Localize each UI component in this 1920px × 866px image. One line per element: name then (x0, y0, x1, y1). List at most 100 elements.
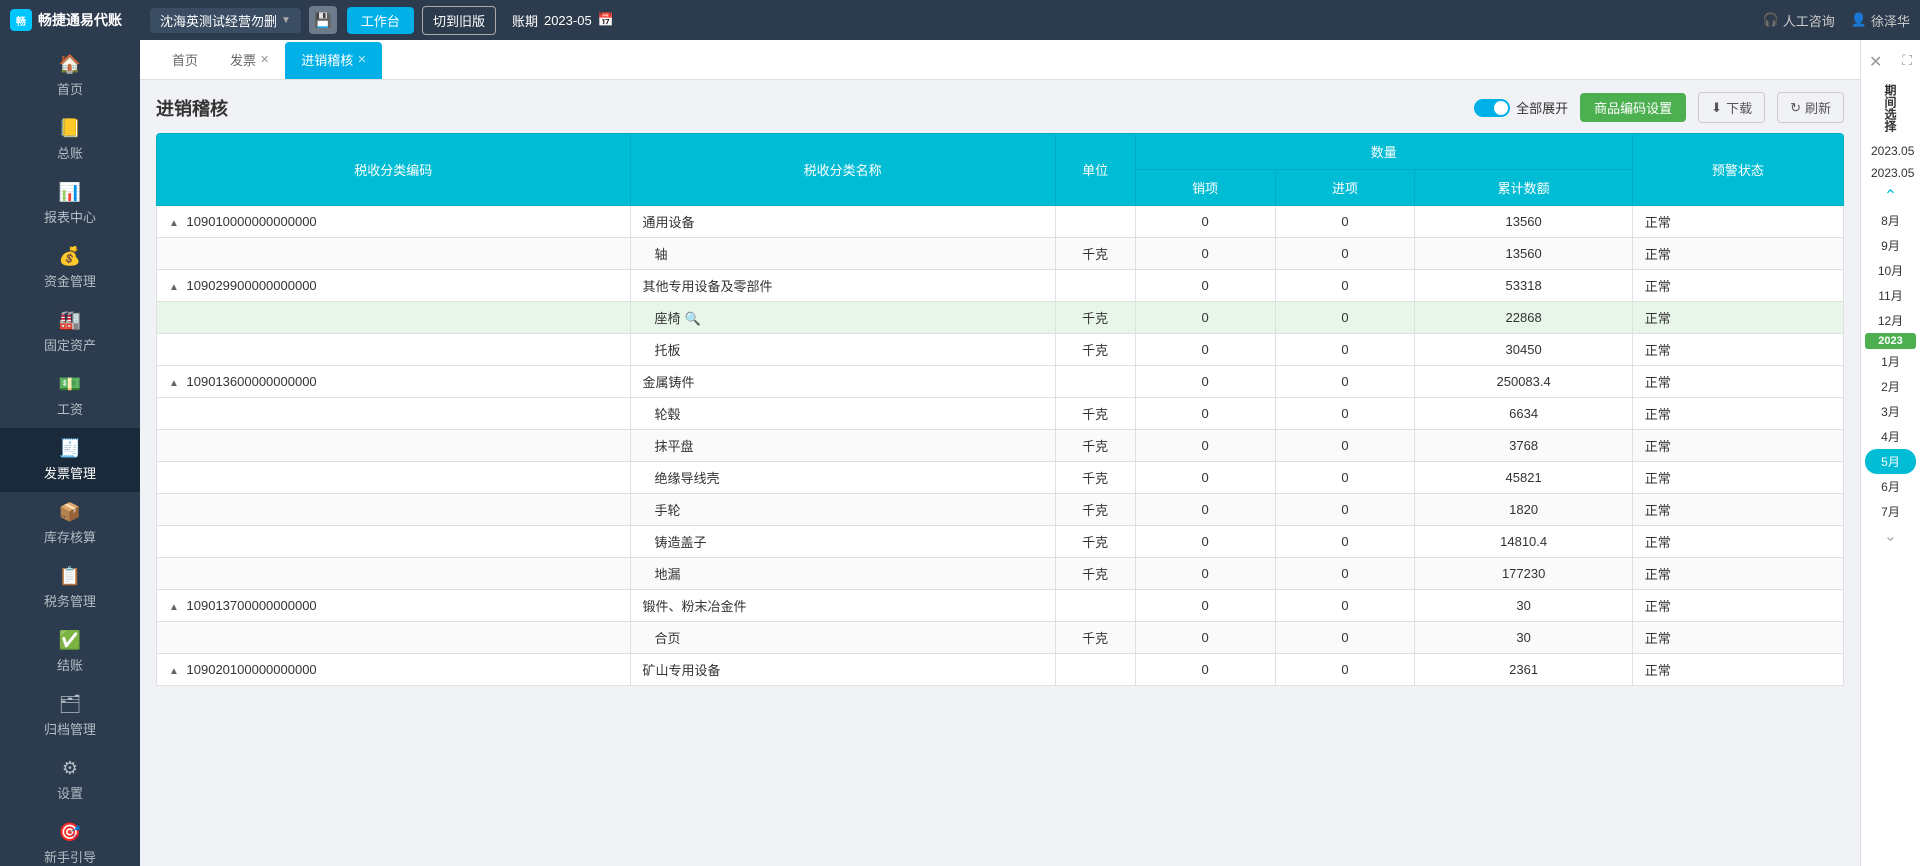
th-purchase: 进项 (1275, 170, 1415, 206)
period-6[interactable]: 6月 (1865, 474, 1916, 499)
period-4[interactable]: 4月 (1865, 424, 1916, 449)
sidebar-label-reports: 报表中心 (44, 207, 96, 226)
sidebar-item-tax[interactable]: 📋 税务管理 (0, 556, 140, 620)
period-11[interactable]: 11月 (1865, 283, 1916, 308)
tab-invoice[interactable]: 发票 ✕ (214, 42, 285, 79)
support-label: 人工咨询 (1783, 11, 1835, 30)
th-quantity-group: 数量 (1135, 134, 1632, 170)
expand-icon[interactable]: ▲ (169, 602, 179, 613)
expand-icon[interactable]: ▲ (169, 282, 179, 293)
list-item: 铸造盖子 (630, 526, 1055, 558)
period-9[interactable]: 9月 (1865, 233, 1916, 258)
sidebar-item-settings[interactable]: ⚙ 设置 (0, 748, 140, 812)
logo-icon: 畅 (10, 9, 32, 31)
calendar-icon[interactable]: 📅 (598, 12, 614, 28)
sidebar-item-guide[interactable]: 🎯 新手引导 (0, 812, 140, 866)
content-area: 首页 发票 ✕ 进销稽核 ✕ 进销稽核 (140, 40, 1860, 866)
period-display: 账期 2023-05 📅 (512, 11, 614, 30)
sidebar-item-archive[interactable]: 🗂 归档管理 (0, 684, 140, 748)
sidebar-label-assets: 固定资产 (44, 335, 96, 354)
expand-icon[interactable]: ▲ (169, 378, 179, 389)
top-bar: 畅 畅捷通易代账 沈海英测试经营勿删 ▼ 💾 工作台 切到旧版 账期 2023-… (0, 0, 1920, 40)
company-selector[interactable]: 沈海英测试经营勿删 ▼ (150, 8, 301, 33)
sidebar-item-salary[interactable]: 💵 工资 (0, 364, 140, 428)
tab-invoice-close[interactable]: ✕ (260, 53, 269, 66)
period-1[interactable]: 1月 (1865, 349, 1916, 374)
app-logo: 畅 畅捷通易代账 (10, 9, 150, 31)
period-3[interactable]: 3月 (1865, 399, 1916, 424)
workbench-button[interactable]: 工作台 (347, 7, 414, 34)
home-icon: 🏠 (59, 54, 81, 75)
product-code-button[interactable]: 商品编码设置 (1580, 93, 1686, 122)
download-label: 下载 (1726, 98, 1752, 117)
tab-home[interactable]: 首页 (156, 42, 214, 79)
refresh-label: 刷新 (1805, 98, 1831, 117)
scroll-up-icon[interactable]: ⌃ (1865, 184, 1916, 208)
period-8[interactable]: 8月 (1865, 208, 1916, 233)
sidebar-item-home[interactable]: 🏠 首页 (0, 44, 140, 108)
save-button[interactable]: 💾 (309, 6, 337, 34)
ledger-icon: 📒 (59, 118, 81, 139)
panel-close-icon[interactable]: ✕ (1865, 48, 1886, 76)
expand-icon[interactable]: ▲ (169, 666, 179, 677)
sidebar-item-reports[interactable]: 📊 报表中心 (0, 172, 140, 236)
sidebar-item-invoice[interactable]: 🧾 发票管理 (0, 428, 140, 492)
sidebar-label-invoice: 发票管理 (44, 463, 96, 482)
th-tax-name: 税收分类名称 (630, 134, 1055, 206)
period-10[interactable]: 10月 (1865, 258, 1916, 283)
period-item-top1[interactable]: 2023.05 (1865, 140, 1916, 162)
expand-toggle[interactable] (1474, 99, 1510, 117)
sidebar-item-assets[interactable]: 🏭 固定资产 (0, 300, 140, 364)
period-item-top2[interactable]: 2023.05 (1865, 162, 1916, 184)
refresh-icon: ↻ (1790, 100, 1801, 116)
period-2[interactable]: 2月 (1865, 374, 1916, 399)
table-row: ▲ 109010000000000000 (157, 206, 631, 238)
sidebar-label-guide: 新手引导 (44, 847, 96, 866)
settings-icon: ⚙ (62, 758, 78, 779)
period-7[interactable]: 7月 (1865, 499, 1916, 524)
page-actions: 全部展开 商品编码设置 ⬇ 下载 ↻ 刷新 (1474, 92, 1844, 123)
user-icon: 👤 (1851, 12, 1867, 28)
sidebar-label-funds: 资金管理 (44, 271, 96, 290)
top-right: 🎧 人工咨询 👤 徐泽华 (1763, 11, 1910, 30)
list-item: 抹平盘 (630, 430, 1055, 462)
save-icon: 💾 (314, 12, 331, 29)
sidebar-label-inventory: 库存核算 (44, 527, 96, 546)
download-icon: ⬇ (1711, 100, 1722, 116)
settlement-icon: ✅ (59, 630, 81, 651)
inventory-icon: 📦 (59, 502, 81, 523)
chevron-down-icon: ▼ (281, 15, 291, 26)
tab-reconcile-close[interactable]: ✕ (357, 53, 366, 66)
search-icon[interactable]: 🔍 (685, 311, 701, 326)
salary-icon: 💵 (59, 374, 81, 395)
sidebar-item-ledger[interactable]: 📒 总账 (0, 108, 140, 172)
sidebar-label-ledger: 总账 (57, 143, 83, 162)
refresh-button[interactable]: ↻ 刷新 (1777, 92, 1844, 123)
sidebar-label-settlement: 结账 (57, 655, 83, 674)
switch-version-button[interactable]: 切到旧版 (422, 6, 496, 35)
reports-icon: 📊 (59, 182, 81, 203)
panel-expand-icon[interactable]: ⛶ (1898, 48, 1916, 76)
download-button[interactable]: ⬇ 下载 (1698, 92, 1765, 123)
user-menu[interactable]: 👤 徐泽华 (1851, 11, 1910, 30)
sidebar-label-salary: 工资 (57, 399, 83, 418)
toggle-label: 全部展开 (1516, 98, 1568, 117)
period-5-current[interactable]: 5月 (1865, 449, 1916, 474)
tab-reconcile[interactable]: 进销稽核 ✕ (285, 42, 382, 79)
list-item: 合页 (630, 622, 1055, 654)
sidebar-item-funds[interactable]: 💰 资金管理 (0, 236, 140, 300)
support-button[interactable]: 🎧 人工咨询 (1763, 11, 1835, 30)
guide-icon: 🎯 (59, 822, 81, 843)
period-list: 2023.05 2023.05 ⌃ 8月 9月 10月 11月 12月 2023… (1861, 140, 1920, 548)
sidebar-item-inventory[interactable]: 📦 库存核算 (0, 492, 140, 556)
table-row: ▲ 109013700000000000 (157, 590, 631, 622)
expand-icon[interactable]: ▲ (169, 218, 179, 229)
th-tax-code: 税收分类编码 (157, 134, 631, 206)
scroll-down-icon[interactable]: ⌄ (1865, 524, 1916, 548)
sidebar-item-settlement[interactable]: ✅ 结账 (0, 620, 140, 684)
list-item: 手轮 (630, 494, 1055, 526)
period-12[interactable]: 12月 (1865, 308, 1916, 333)
table-row: ▲ 109020100000000000 (157, 654, 631, 686)
table-row: ▲ 109029900000000000 (157, 270, 631, 302)
page-content: 进销稽核 全部展开 商品编码设置 ⬇ 下载 ↻ 刷新 (140, 80, 1860, 866)
